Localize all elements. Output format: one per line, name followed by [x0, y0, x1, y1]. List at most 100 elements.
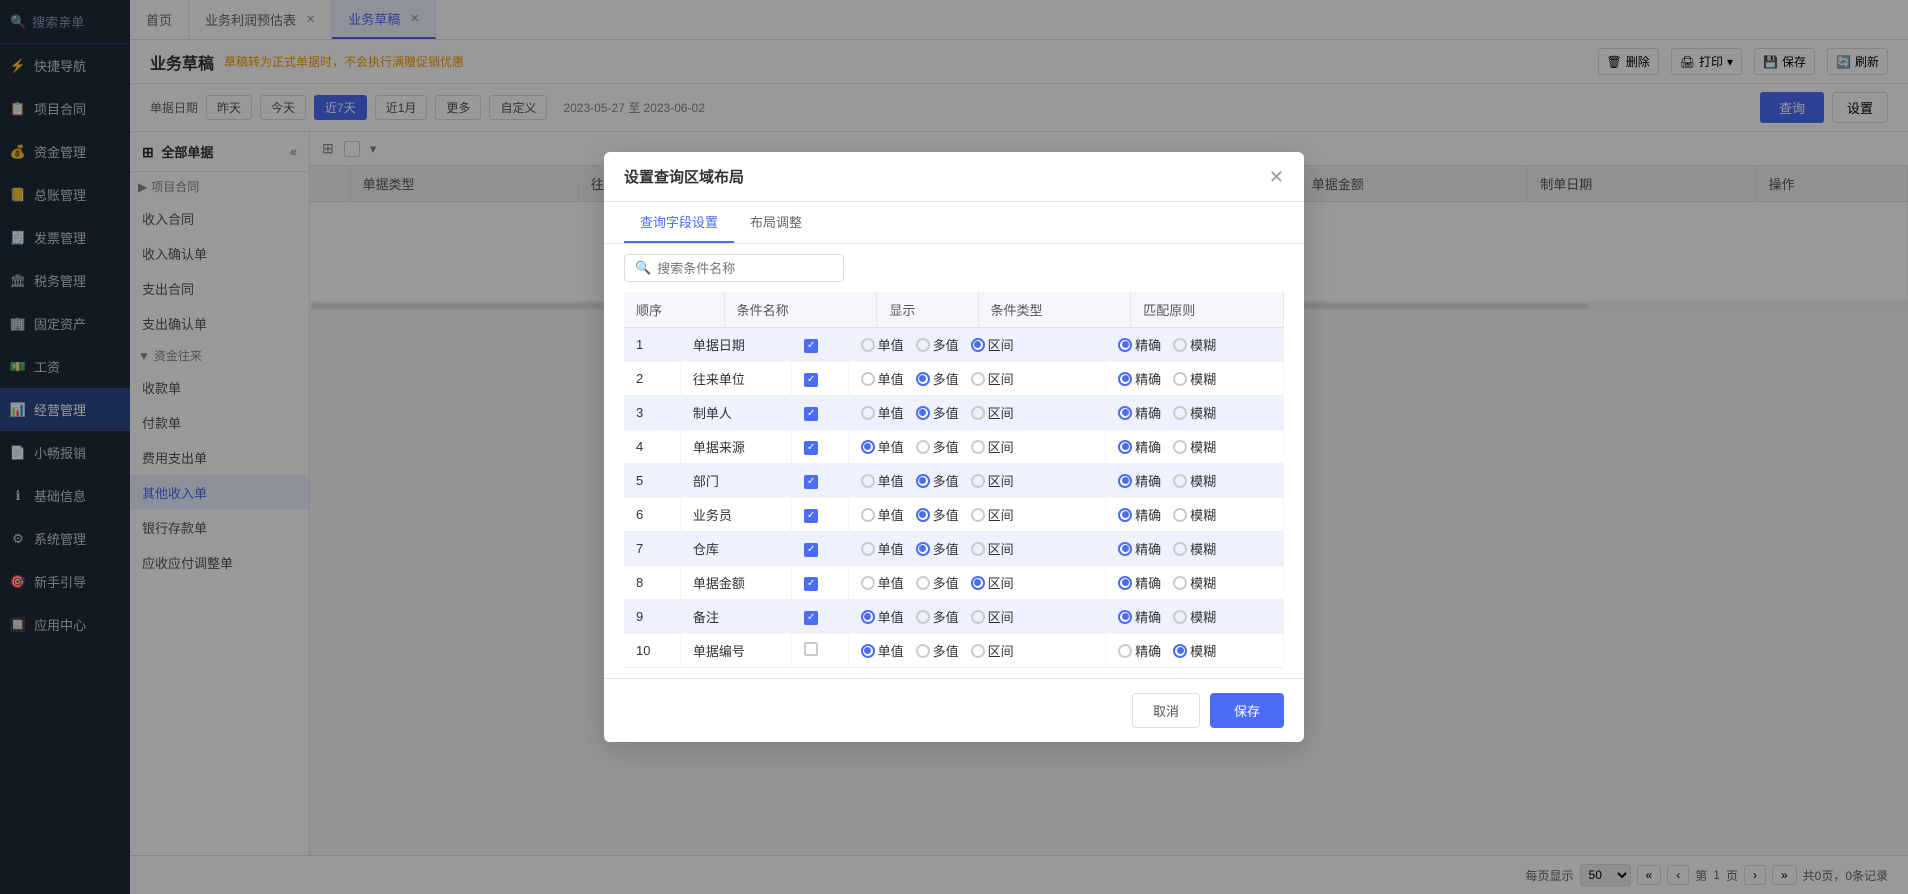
checkbox-7[interactable]: ✓	[804, 543, 818, 557]
table-row: 1单据日期✓单值多值区间精确模糊	[624, 328, 1284, 362]
radio-区间	[971, 440, 985, 454]
row-match-rule: 精确模糊	[1106, 600, 1284, 634]
modal-table: 顺序 条件名称 显示 条件类型 匹配原则	[624, 292, 1284, 328]
row-match-rule: 精确模糊	[1106, 328, 1284, 362]
checkbox-9[interactable]: ✓	[804, 611, 818, 625]
col-display: 显示	[877, 292, 978, 328]
radio-区间	[971, 406, 985, 420]
row-display-checkbox[interactable]: ✓	[792, 328, 848, 362]
row-display-checkbox[interactable]	[792, 668, 848, 669]
modal-dialog: 设置查询区域布局 ✕ 查询字段设置 布局调整 🔍 顺序	[604, 152, 1304, 742]
modal-search-input[interactable]	[657, 261, 833, 276]
radio-多值	[916, 542, 930, 556]
checkbox-10[interactable]	[804, 642, 818, 656]
row-display-checkbox[interactable]: ✓	[792, 464, 848, 498]
row-condition-type: 单值多值区间	[848, 430, 1105, 464]
radio-区间	[971, 542, 985, 556]
modal-tabs: 查询字段设置 布局调整	[604, 202, 1304, 244]
row-condition-name: 制单日期	[680, 668, 791, 669]
radio-match-模糊	[1173, 542, 1187, 556]
radio-match-精确	[1118, 440, 1132, 454]
radio-match-精确	[1118, 474, 1132, 488]
modal-overlay[interactable]: 设置查询区域布局 ✕ 查询字段设置 布局调整 🔍 顺序	[0, 0, 1908, 894]
row-condition-type: 单值多值区间	[848, 362, 1105, 396]
row-order: 3	[624, 396, 680, 430]
checkbox-4[interactable]: ✓	[804, 441, 818, 455]
radio-单值	[861, 508, 875, 522]
row-condition-type: 单值多值区间	[848, 634, 1105, 668]
row-display-checkbox[interactable]: ✓	[792, 430, 848, 464]
row-display-checkbox[interactable]: ✓	[792, 498, 848, 532]
row-order: 10	[624, 634, 680, 668]
checkbox-3[interactable]: ✓	[804, 407, 818, 421]
radio-多值	[916, 372, 930, 386]
row-condition-name: 往来单位	[680, 362, 791, 396]
radio-单值	[861, 542, 875, 556]
radio-match-模糊	[1173, 338, 1187, 352]
row-condition-type: 单值多值区间	[848, 328, 1105, 362]
modal-tab-query-fields[interactable]: 查询字段设置	[624, 202, 734, 243]
row-match-rule: 精确模糊	[1106, 668, 1284, 669]
radio-match-精确	[1118, 338, 1132, 352]
row-match-rule: 精确模糊	[1106, 430, 1284, 464]
row-match-rule: 精确模糊	[1106, 362, 1284, 396]
radio-多值	[916, 440, 930, 454]
row-display-checkbox[interactable]: ✓	[792, 600, 848, 634]
radio-match-模糊	[1173, 372, 1187, 386]
col-condition-name: 条件名称	[724, 292, 877, 328]
radio-单值	[861, 576, 875, 590]
row-condition-type: 单值多值区间	[848, 464, 1105, 498]
modal-header: 设置查询区域布局 ✕	[604, 152, 1304, 202]
radio-match-精确	[1118, 644, 1132, 658]
radio-多值	[916, 508, 930, 522]
row-display-checkbox[interactable]: ✓	[792, 362, 848, 396]
modal-tab-layout-label: 布局调整	[750, 215, 802, 230]
table-row: 2往来单位 ✓ 单值多值区间精确模糊	[624, 362, 1284, 396]
checkbox-1[interactable]: ✓	[804, 339, 818, 353]
row-condition-type: 单值多值区间	[848, 566, 1105, 600]
modal-tab-layout[interactable]: 布局调整	[734, 202, 818, 243]
row-condition-name: 单据来源	[680, 430, 791, 464]
radio-match-模糊	[1173, 440, 1187, 454]
radio-区间	[971, 338, 985, 352]
row-display-checkbox[interactable]: ✓	[792, 566, 848, 600]
row-display-checkbox[interactable]: ✓	[792, 396, 848, 430]
row-condition-name: 业务员	[680, 498, 791, 532]
row-display-checkbox[interactable]	[792, 634, 848, 668]
row-display-checkbox[interactable]: ✓	[792, 532, 848, 566]
radio-多值	[916, 406, 930, 420]
table-row: 3制单人✓单值多值区间精确模糊	[624, 396, 1284, 430]
modal-title: 设置查询区域布局	[624, 166, 744, 187]
checkbox-6[interactable]: ✓	[804, 509, 818, 523]
row-order: 11	[624, 668, 680, 669]
row-match-rule: 精确模糊	[1106, 498, 1284, 532]
save-settings-button[interactable]: 保存	[1210, 693, 1284, 728]
table-row: 6业务员✓单值多值区间精确模糊	[624, 498, 1284, 532]
row-condition-type: 单值多值区间	[848, 396, 1105, 430]
row-order: 9	[624, 600, 680, 634]
table-row: 10单据编号单值多值区间精确模糊	[624, 634, 1284, 668]
table-row: 11制单日期 单值多值区间精确模糊	[624, 668, 1284, 669]
checkbox-5[interactable]: ✓	[804, 475, 818, 489]
row-condition-type: 单值多值区间	[848, 668, 1105, 669]
radio-单值	[861, 440, 875, 454]
row-condition-type: 单值多值区间	[848, 498, 1105, 532]
row-order: 2	[624, 362, 680, 396]
modal-close-button[interactable]: ✕	[1269, 168, 1284, 186]
radio-多值	[916, 644, 930, 658]
row-order: 8	[624, 566, 680, 600]
table-row: 8单据金额✓单值多值区间精确模糊	[624, 566, 1284, 600]
checkbox-8[interactable]: ✓	[804, 577, 818, 591]
row-condition-name: 仓库	[680, 532, 791, 566]
row-condition-type: 单值多值区间	[848, 532, 1105, 566]
modal-table-scroll[interactable]: 1单据日期✓单值多值区间精确模糊2往来单位✓单值多值区间精确模糊3制单人✓单值多…	[624, 328, 1284, 668]
col-match-rule: 匹配原则	[1131, 292, 1284, 328]
checkbox-2[interactable]: ✓	[804, 373, 818, 387]
radio-区间	[971, 508, 985, 522]
cancel-button[interactable]: 取消	[1132, 693, 1200, 728]
radio-区间	[971, 474, 985, 488]
modal-search-icon: 🔍	[635, 260, 651, 276]
radio-match-模糊	[1173, 576, 1187, 590]
radio-match-模糊	[1173, 610, 1187, 624]
radio-区间	[971, 644, 985, 658]
